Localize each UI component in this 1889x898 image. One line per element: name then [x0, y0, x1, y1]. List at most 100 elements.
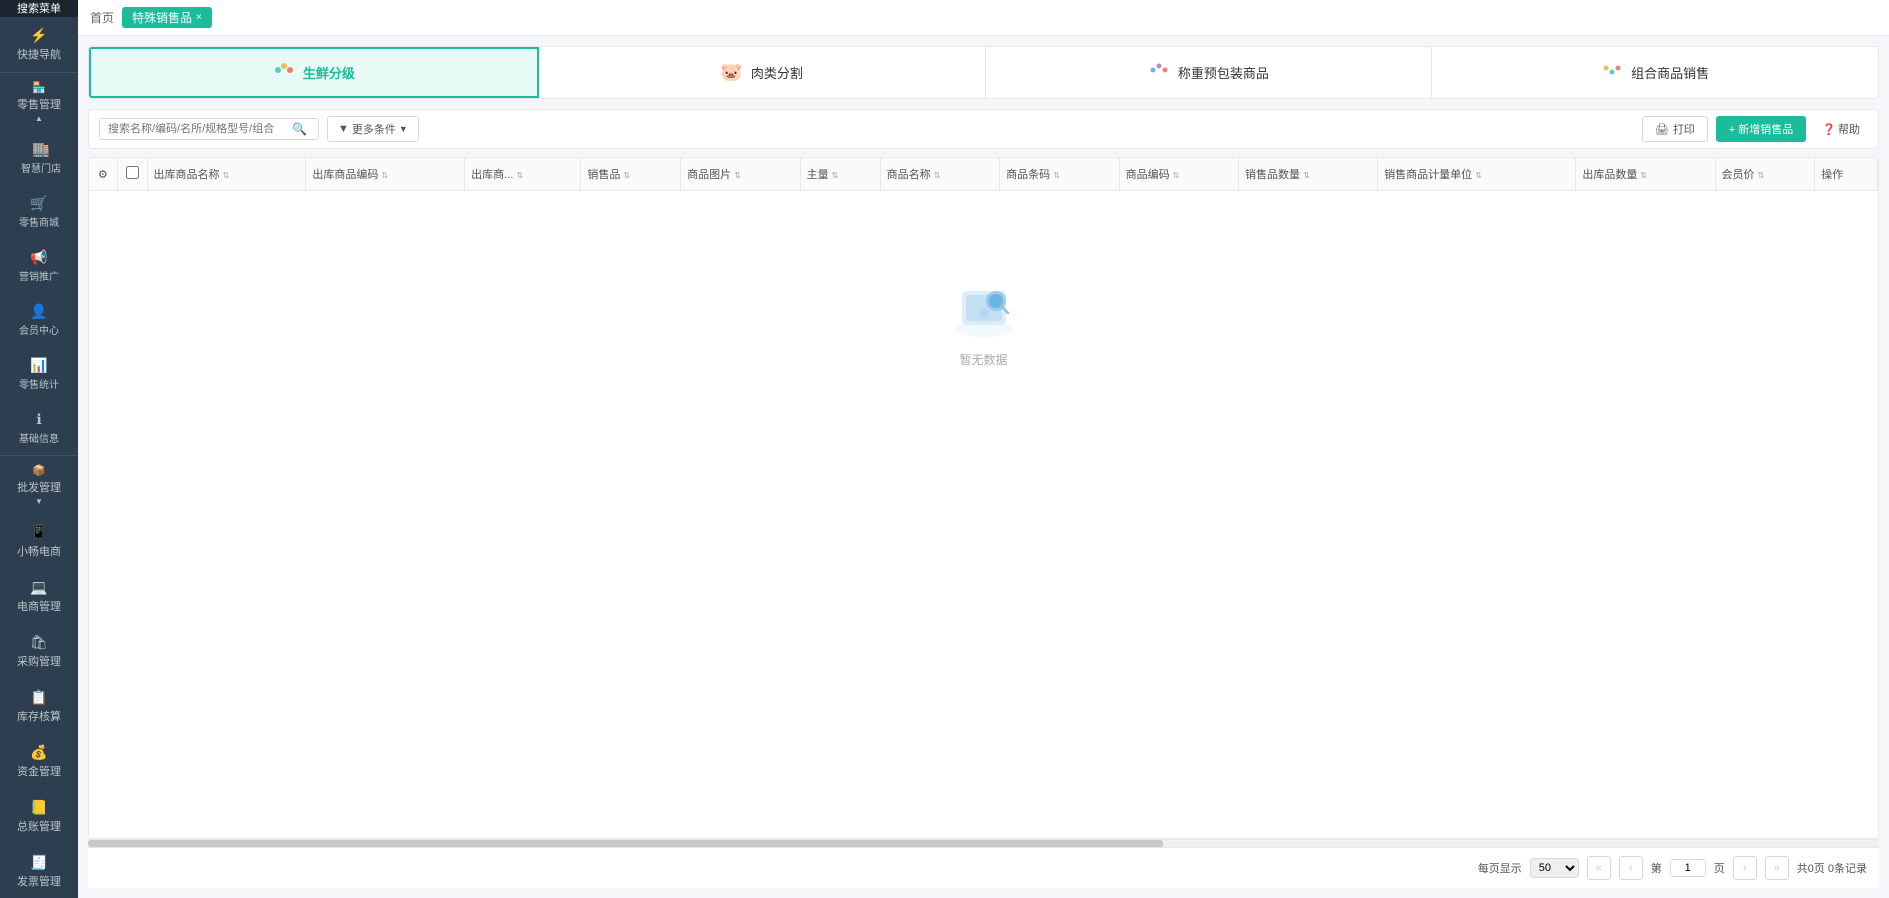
th-checkbox[interactable]: [117, 158, 147, 191]
data-table: ⚙ 出库商品名称 ⇅ 出库商品编码 ⇅ 出库商... ⇅: [89, 158, 1878, 191]
sidebar-item-label: 智慧门店: [21, 160, 61, 175]
sort-icon: ⇅: [1475, 171, 1482, 180]
topbar: 首页 特殊销售品 ×: [78, 0, 1889, 36]
page-number-input[interactable]: [1670, 859, 1706, 877]
smart-store-icon: 🏬: [32, 141, 49, 158]
sort-icon: ⇅: [1640, 171, 1647, 180]
sidebar-item-label: 基础信息: [19, 430, 59, 445]
prev-page-button[interactable]: ‹: [1619, 856, 1643, 880]
sidebar-item-label: 总账管理: [17, 818, 61, 834]
sidebar-item-invoice[interactable]: 🧾 发票管理: [0, 844, 78, 898]
table-header-row: ⚙ 出库商品名称 ⇅ 出库商品编码 ⇅ 出库商... ⇅: [89, 158, 1878, 191]
tab-combo-sales-label: 组合商品销售: [1631, 63, 1709, 82]
filter-label: 更多条件: [352, 121, 396, 137]
th-out-product-code[interactable]: 出库商品编码 ⇅: [306, 158, 465, 191]
sidebar-item-member-center[interactable]: 👤 会员中心: [0, 293, 78, 347]
sort-icon: ⇅: [516, 171, 523, 180]
sidebar-logo[interactable]: 搜索菜单: [0, 0, 78, 17]
horizontal-scroll[interactable]: [88, 839, 1879, 847]
chevron-down-icon: ▼: [35, 497, 43, 506]
help-button[interactable]: ❓ 帮助: [1814, 117, 1868, 141]
help-label: 帮助: [1838, 121, 1860, 137]
sidebar-item-label: 零售管理: [17, 96, 61, 112]
sidebar-item-retail-mall[interactable]: 🛒 零售商城: [0, 185, 78, 239]
chevron-down-icon: ▼: [399, 124, 408, 134]
filter-icon: ▼: [338, 123, 349, 135]
sidebar-item-label: 资金管理: [17, 763, 61, 779]
meat-cut-tab-icon: 🐷: [720, 62, 742, 83]
last-page-button[interactable]: »: [1765, 856, 1789, 880]
th-sales-qty[interactable]: 销售品数量 ⇅: [1239, 158, 1378, 191]
sort-icon: ⇅: [832, 171, 839, 180]
sidebar: 搜索菜单 ⚡ 快捷导航 🏪 零售管理 ▲ 🏬 智慧门店 🛒 零售商城 📢 营销推…: [0, 0, 78, 898]
sidebar-item-retail-stats[interactable]: 📊 零售统计: [0, 347, 78, 401]
sidebar-item-purchase-mgmt[interactable]: 🛍 采购管理: [0, 624, 78, 679]
print-label: 打印: [1673, 121, 1695, 137]
first-page-button[interactable]: «: [1587, 856, 1611, 880]
total-info: 共0页 0条记录: [1797, 860, 1867, 876]
search-icon[interactable]: 🔍: [292, 122, 307, 136]
main-content: 首页 特殊销售品 × 生鲜分级 🐷 肉类分割: [78, 0, 1889, 898]
ledger-icon: 📒: [30, 799, 47, 816]
th-action: 操作: [1815, 158, 1878, 191]
retail-stats-icon: 📊: [30, 357, 47, 374]
purchase-mgmt-icon: 🛍: [30, 634, 48, 651]
close-tab-icon[interactable]: ×: [196, 12, 202, 23]
th-member-price[interactable]: 会员价 ⇅: [1715, 158, 1815, 191]
active-tab-label: 特殊销售品: [132, 9, 192, 26]
tab-fresh-grade[interactable]: 生鲜分级: [89, 47, 539, 98]
sidebar-item-label: 发票管理: [17, 873, 61, 889]
th-product-image[interactable]: 商品图片 ⇅: [681, 158, 800, 191]
sort-icon: ⇅: [623, 171, 630, 180]
search-box[interactable]: 🔍: [99, 118, 319, 140]
th-out-product-x[interactable]: 出库商... ⇅: [465, 158, 581, 191]
filter-button[interactable]: ▼ 更多条件 ▼: [327, 116, 419, 142]
th-out-qty[interactable]: 出库品数量 ⇅: [1576, 158, 1715, 191]
tab-combo-sales[interactable]: 组合商品销售: [1432, 47, 1878, 98]
th-product-barcode[interactable]: 商品条码 ⇅: [1000, 158, 1119, 191]
th-main-weight[interactable]: 主量 ⇅: [800, 158, 880, 191]
page-size-select[interactable]: 10 20 50 100: [1530, 858, 1579, 878]
printer-icon: 🖨: [1655, 123, 1669, 136]
page-unit: 页: [1714, 860, 1725, 876]
select-all-checkbox[interactable]: [126, 166, 139, 179]
tab-scale-pack[interactable]: 称重预包装商品: [986, 47, 1433, 98]
active-tab-tag[interactable]: 特殊销售品 ×: [122, 7, 212, 28]
sidebar-item-sales-promo[interactable]: 📢 营销推广: [0, 239, 78, 293]
th-sales-unit[interactable]: 销售商品计量单位 ⇅: [1378, 158, 1576, 191]
th-product-name[interactable]: 商品名称 ⇅: [880, 158, 999, 191]
member-center-icon: 👤: [30, 303, 47, 320]
th-product-code[interactable]: 商品编码 ⇅: [1119, 158, 1238, 191]
sort-icon: ⇅: [734, 171, 741, 180]
new-sales-button[interactable]: + 新增销售品: [1716, 116, 1806, 142]
th-sales-product[interactable]: 销售品 ⇅: [581, 158, 681, 191]
sidebar-item-basic-info[interactable]: ℹ 基础信息: [0, 401, 78, 455]
chevron-down-icon: ▲: [35, 114, 43, 123]
tab-meat-cut[interactable]: 🐷 肉类分割: [539, 47, 986, 98]
sidebar-item-ledger[interactable]: 📒 总账管理: [0, 789, 78, 844]
sidebar-item-quick-nav[interactable]: ⚡ 快捷导航: [0, 17, 78, 72]
print-button[interactable]: 🖨 打印: [1642, 116, 1708, 142]
inventory-icon: 📋: [30, 689, 47, 706]
next-page-button[interactable]: ›: [1733, 856, 1757, 880]
sidebar-item-ecom-mgmt[interactable]: 💻 电商管理: [0, 569, 78, 624]
sidebar-item-label: 零售商城: [19, 214, 59, 229]
combo-sales-tab-icon: [1601, 61, 1623, 84]
sidebar-item-inventory[interactable]: 📋 库存核算: [0, 679, 78, 734]
sidebar-item-finance[interactable]: 💰 资金管理: [0, 734, 78, 789]
sidebar-item-mini-ecom[interactable]: 📱 小畅电商: [0, 514, 78, 569]
sort-icon: ⇅: [1303, 171, 1310, 180]
th-out-product-name[interactable]: 出库商品名称 ⇅: [147, 158, 306, 191]
sidebar-item-smart-store[interactable]: 🏬 智慧门店: [0, 131, 78, 185]
quick-nav-icon: ⚡: [30, 27, 47, 44]
sidebar-item-retail-mgmt[interactable]: 🏪 零售管理 ▲: [0, 72, 78, 131]
th-setting[interactable]: ⚙: [89, 158, 117, 191]
search-input[interactable]: [108, 123, 288, 135]
sidebar-item-label: 零售统计: [19, 376, 59, 391]
sidebar-item-label: 电商管理: [17, 598, 61, 614]
sidebar-item-label: 采购管理: [17, 653, 61, 669]
tab-meat-cut-label: 肉类分割: [751, 63, 803, 82]
sort-icon: ⇅: [1173, 171, 1180, 180]
wholesale-mgmt-icon: 📦: [32, 464, 46, 477]
sidebar-item-wholesale-mgmt[interactable]: 📦 批发管理 ▼: [0, 455, 78, 514]
